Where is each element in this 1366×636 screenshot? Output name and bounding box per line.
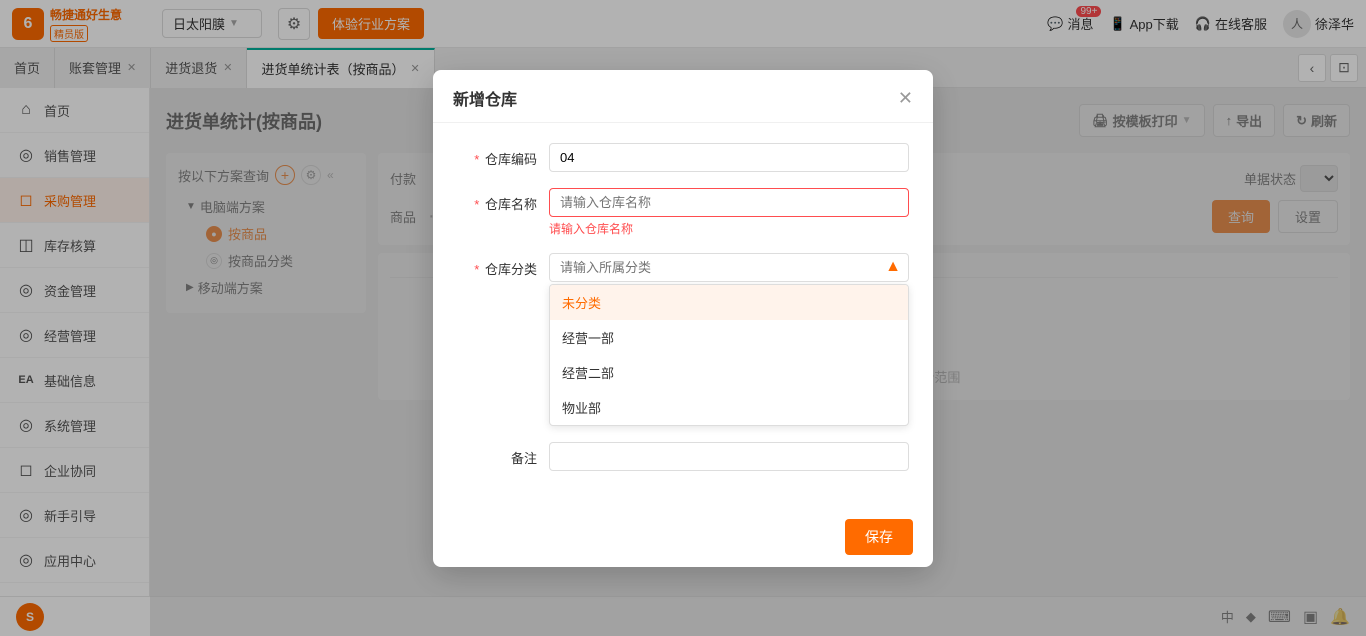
new-warehouse-dialog: 新增仓库 ✕ * 仓库编码 * 仓库名称 (433, 70, 933, 567)
warehouse-code-input[interactable] (549, 143, 909, 172)
dialog-title: 新增仓库 (453, 86, 517, 110)
category-option-unclassified[interactable]: 未分类 (550, 285, 908, 320)
dialog-footer: 保存 (433, 507, 933, 567)
remark-row: 备注 (457, 442, 909, 471)
category-option-dept1[interactable]: 经营一部 (550, 320, 908, 355)
warehouse-name-error: 请输入仓库名称 (549, 220, 909, 237)
warehouse-name-input[interactable] (549, 188, 909, 217)
save-button[interactable]: 保存 (845, 519, 913, 555)
warehouse-name-row: * 仓库名称 请输入仓库名称 (457, 188, 909, 237)
remark-label: 备注 (457, 442, 537, 467)
warehouse-code-control (549, 143, 909, 172)
warehouse-category-row: * 仓库分类 ▲ 未分类 经营一部 经营二部 物业部 (457, 253, 909, 426)
category-dropdown: 未分类 经营一部 经营二部 物业部 (549, 284, 909, 426)
warehouse-code-row: * 仓库编码 (457, 143, 909, 172)
dialog-close-button[interactable]: ✕ (898, 89, 913, 107)
category-option-dept2[interactable]: 经营二部 (550, 355, 908, 390)
warehouse-name-label: * 仓库名称 (457, 188, 537, 213)
warehouse-name-control: 请输入仓库名称 (549, 188, 909, 237)
category-input-wrap: ▲ (549, 253, 909, 282)
warehouse-category-label: * 仓库分类 (457, 253, 537, 278)
remark-input[interactable] (549, 442, 909, 471)
category-toggle-icon[interactable]: ▲ (885, 258, 901, 276)
category-option-property[interactable]: 物业部 (550, 390, 908, 425)
remark-control (549, 442, 909, 471)
warehouse-category-control: ▲ 未分类 经营一部 经营二部 物业部 (549, 253, 909, 426)
category-input[interactable] (549, 253, 909, 282)
dialog-header: 新增仓库 ✕ (433, 70, 933, 123)
dialog-overlay[interactable]: 新增仓库 ✕ * 仓库编码 * 仓库名称 (0, 0, 1366, 636)
dialog-body: * 仓库编码 * 仓库名称 请输入仓库名称 (433, 123, 933, 507)
warehouse-code-label: * 仓库编码 (457, 143, 537, 168)
